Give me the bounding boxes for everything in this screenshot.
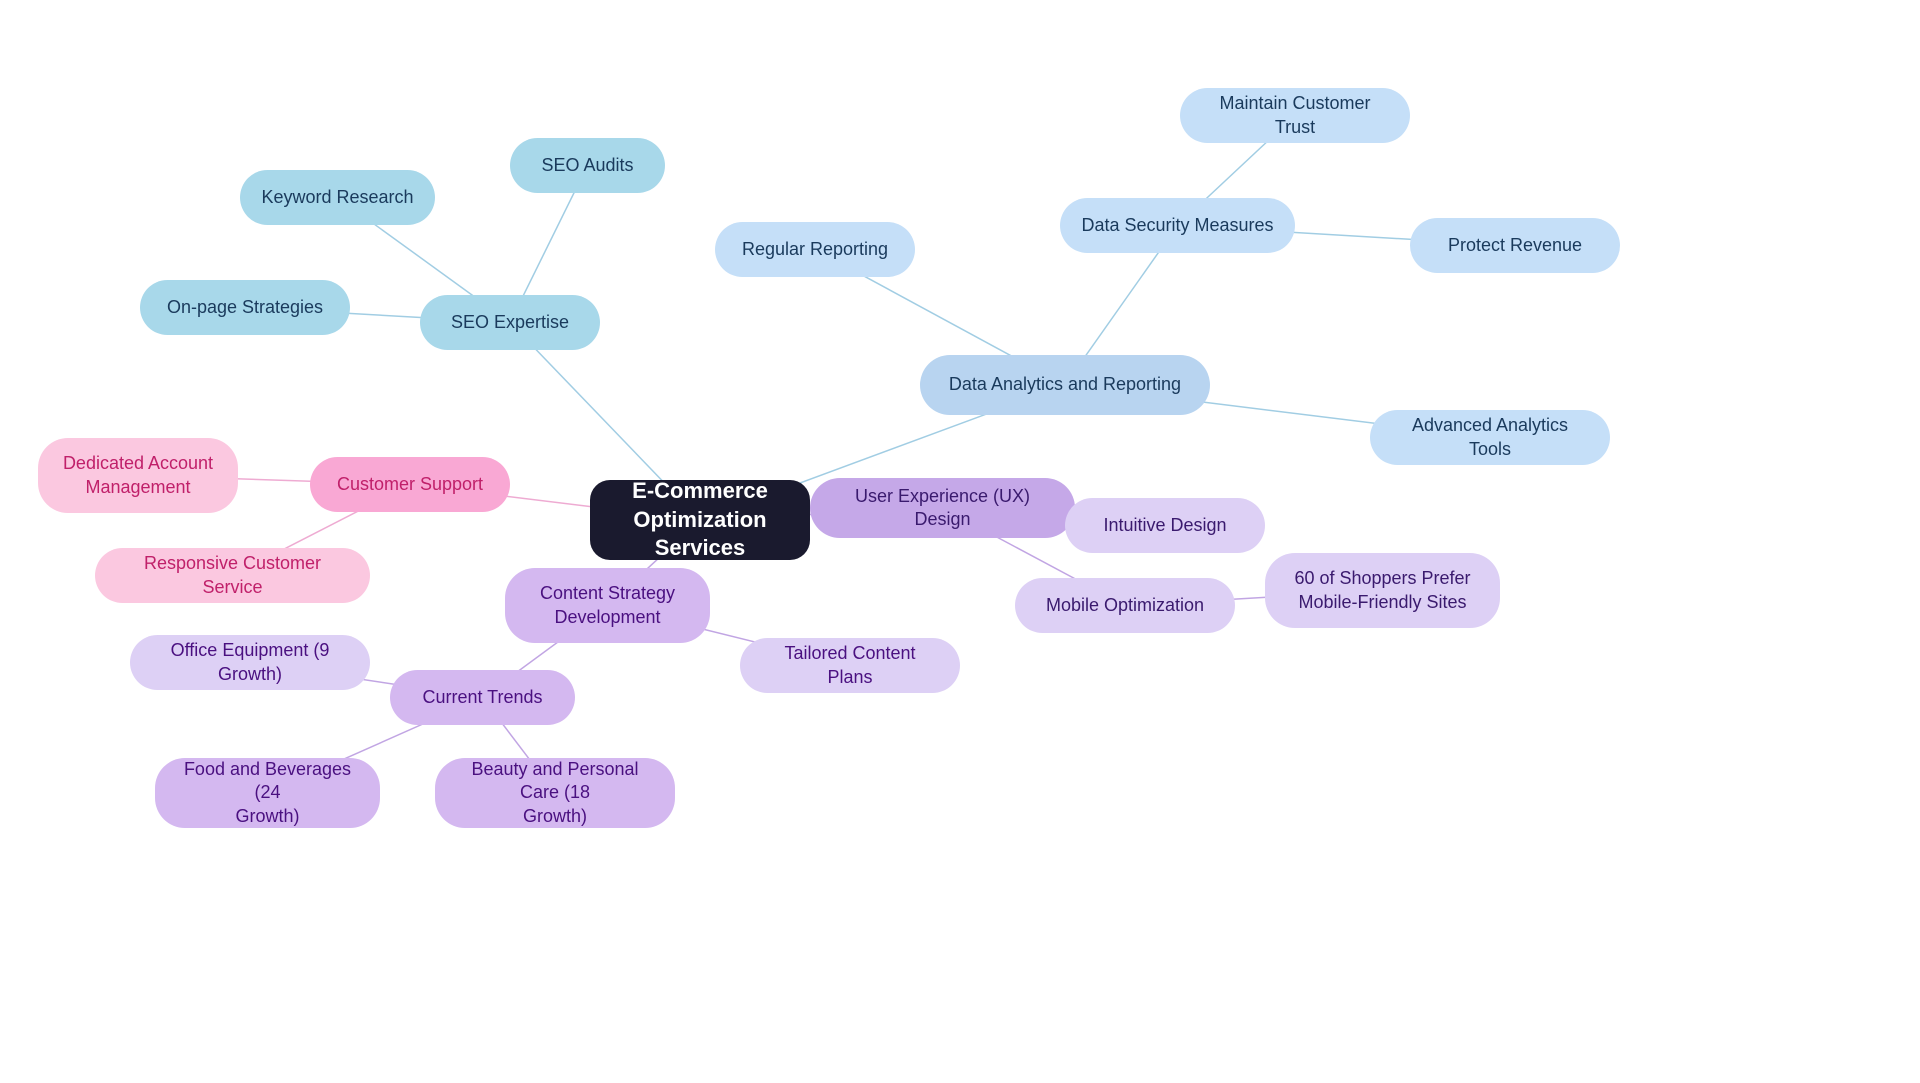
office-equipment-label: Office Equipment (9 Growth): [150, 639, 350, 686]
advanced-analytics-label: Advanced Analytics Tools: [1390, 414, 1590, 461]
dedicated-account-node: Dedicated AccountManagement: [38, 438, 238, 513]
maintain-trust-label: Maintain Customer Trust: [1200, 92, 1390, 139]
keyword-research-label: Keyword Research: [261, 186, 413, 209]
on-page-node: On-page Strategies: [140, 280, 350, 335]
maintain-trust-node: Maintain Customer Trust: [1180, 88, 1410, 143]
responsive-service-node: Responsive Customer Service: [95, 548, 370, 603]
food-beverages-node: Food and Beverages (24Growth): [155, 758, 380, 828]
regular-reporting-label: Regular Reporting: [742, 238, 888, 261]
mobile-opt-label: Mobile Optimization: [1046, 594, 1204, 617]
seo-audits-node: SEO Audits: [510, 138, 665, 193]
intuitive-design-node: Intuitive Design: [1065, 498, 1265, 553]
content-strategy-node: Content StrategyDevelopment: [505, 568, 710, 643]
current-trends-label: Current Trends: [422, 686, 542, 709]
dedicated-account-label: Dedicated AccountManagement: [63, 452, 213, 499]
office-equipment-node: Office Equipment (9 Growth): [130, 635, 370, 690]
protect-revenue-label: Protect Revenue: [1448, 234, 1582, 257]
advanced-analytics-node: Advanced Analytics Tools: [1370, 410, 1610, 465]
content-strategy-label: Content StrategyDevelopment: [540, 582, 675, 629]
responsive-service-label: Responsive Customer Service: [115, 552, 350, 599]
center-label: E-Commerce OptimizationServices: [610, 477, 790, 563]
protect-revenue-node: Protect Revenue: [1410, 218, 1620, 273]
intuitive-design-label: Intuitive Design: [1103, 514, 1226, 537]
center-node: E-Commerce OptimizationServices: [590, 480, 810, 560]
mobile-stat-node: 60 of Shoppers PreferMobile-Friendly Sit…: [1265, 553, 1500, 628]
mobile-opt-node: Mobile Optimization: [1015, 578, 1235, 633]
food-beverages-label: Food and Beverages (24Growth): [175, 758, 360, 828]
data-analytics-node: Data Analytics and Reporting: [920, 355, 1210, 415]
tailored-content-node: Tailored Content Plans: [740, 638, 960, 693]
beauty-care-label: Beauty and Personal Care (18Growth): [455, 758, 655, 828]
tailored-content-label: Tailored Content Plans: [760, 642, 940, 689]
seo-expertise-label: SEO Expertise: [451, 311, 569, 334]
data-security-label: Data Security Measures: [1081, 214, 1273, 237]
data-analytics-label: Data Analytics and Reporting: [949, 373, 1181, 396]
beauty-care-node: Beauty and Personal Care (18Growth): [435, 758, 675, 828]
current-trends-node: Current Trends: [390, 670, 575, 725]
ux-design-label: User Experience (UX) Design: [830, 485, 1055, 532]
ux-design-node: User Experience (UX) Design: [810, 478, 1075, 538]
customer-support-node: Customer Support: [310, 457, 510, 512]
on-page-label: On-page Strategies: [167, 296, 323, 319]
seo-expertise-node: SEO Expertise: [420, 295, 600, 350]
data-security-node: Data Security Measures: [1060, 198, 1295, 253]
keyword-research-node: Keyword Research: [240, 170, 435, 225]
mobile-stat-label: 60 of Shoppers PreferMobile-Friendly Sit…: [1294, 567, 1470, 614]
customer-support-label: Customer Support: [337, 473, 483, 496]
regular-reporting-node: Regular Reporting: [715, 222, 915, 277]
seo-audits-label: SEO Audits: [541, 154, 633, 177]
